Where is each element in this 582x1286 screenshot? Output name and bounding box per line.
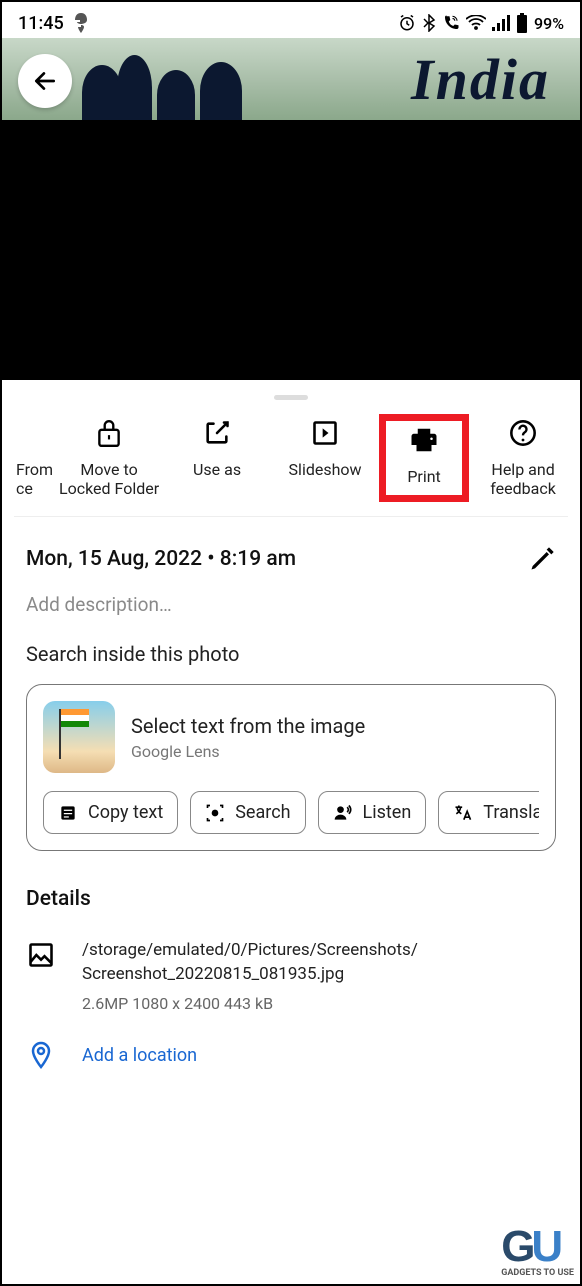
help-icon <box>508 418 538 448</box>
lens-copy-label: Copy text <box>88 802 163 823</box>
wifi-icon <box>466 15 486 31</box>
watermark: GU GADGETS TO USE <box>501 1225 574 1278</box>
action-use-as[interactable]: Use as <box>163 414 271 502</box>
battery-icon <box>516 13 528 33</box>
lens-search-icon <box>205 803 225 823</box>
back-button[interactable] <box>18 54 72 108</box>
lens-copy-button[interactable]: Copy text <box>43 791 178 834</box>
sheet-handle[interactable] <box>274 395 308 400</box>
location-pin-icon <box>26 1039 56 1071</box>
photo-datetime: Mon, 15 Aug, 2022 • 8:19 am <box>26 547 296 571</box>
file-path-line2: Screenshot_20220815_081935.jpg <box>82 963 556 987</box>
details-heading: Details <box>26 887 556 911</box>
watermark-text: GADGETS TO USE <box>501 1269 574 1278</box>
copy-text-icon <box>58 803 78 823</box>
lens-search-label: Search <box>235 802 290 823</box>
action-move-label: Move to Locked Folder <box>57 460 161 498</box>
action-slideshow-label: Slideshow <box>289 460 362 479</box>
status-time: 11:45 <box>18 13 64 34</box>
action-slideshow[interactable]: Slideshow <box>271 414 379 502</box>
share-external-icon <box>202 418 232 448</box>
image-icon <box>26 939 56 969</box>
action-row: From ce Move to Locked Folder Use as Sli… <box>14 414 568 517</box>
action-help-label: Help and feedback <box>471 460 575 498</box>
file-size-info: 2.6MP 1080 x 2400 443 kB <box>82 993 556 1015</box>
photo-viewer[interactable]: India <box>2 38 580 380</box>
lens-listen-label: Listen <box>363 802 412 823</box>
action-print-label: Print <box>407 467 440 486</box>
alarm-icon <box>398 14 416 32</box>
photo-content: India <box>2 38 580 120</box>
lens-search-button[interactable]: Search <box>190 791 305 834</box>
translate-icon <box>453 803 473 823</box>
add-location-label: Add a location <box>82 1045 197 1066</box>
lens-translate-button[interactable]: Translate <box>438 791 539 834</box>
action-truncated[interactable]: From ce <box>14 414 55 502</box>
signal-icon <box>492 15 510 31</box>
status-bar: 11:45 99% <box>2 2 580 38</box>
pencil-icon <box>528 545 556 573</box>
lens-listen-button[interactable]: Listen <box>318 791 427 834</box>
action-useas-label: Use as <box>193 460 241 479</box>
description-input[interactable]: Add description… <box>26 593 556 616</box>
edit-button[interactable] <box>528 545 556 573</box>
phone-icon <box>442 14 460 32</box>
lens-thumbnail <box>43 701 115 773</box>
lock-icon <box>94 418 124 448</box>
slideshow-icon <box>310 418 340 448</box>
banner-text: India <box>411 46 550 113</box>
print-icon <box>409 425 439 455</box>
lens-translate-label: Translate <box>483 802 539 823</box>
arrow-left-icon <box>32 68 58 94</box>
battery-percentage: 99% <box>534 14 564 33</box>
info-bottom-sheet: From ce Move to Locked Folder Use as Sli… <box>2 387 580 1284</box>
lens-title: Select text from the image <box>131 714 365 738</box>
add-location-button[interactable]: Add a location <box>26 1039 556 1071</box>
bluetooth-icon <box>422 14 436 32</box>
listen-icon <box>333 803 353 823</box>
action-truncated-label: From ce <box>16 460 53 498</box>
swiggy-icon <box>72 12 90 34</box>
action-move-locked[interactable]: Move to Locked Folder <box>55 414 163 502</box>
lens-subtitle: Google Lens <box>131 742 365 761</box>
lens-card: Select text from the image Google Lens C… <box>26 684 556 851</box>
search-heading: Search inside this photo <box>26 642 556 666</box>
file-path-line1: /storage/emulated/0/Pictures/Screenshots… <box>82 939 556 963</box>
action-help[interactable]: Help and feedback <box>469 414 577 502</box>
file-detail-row: /storage/emulated/0/Pictures/Screenshots… <box>26 939 556 1015</box>
action-print[interactable]: Print <box>379 414 469 502</box>
